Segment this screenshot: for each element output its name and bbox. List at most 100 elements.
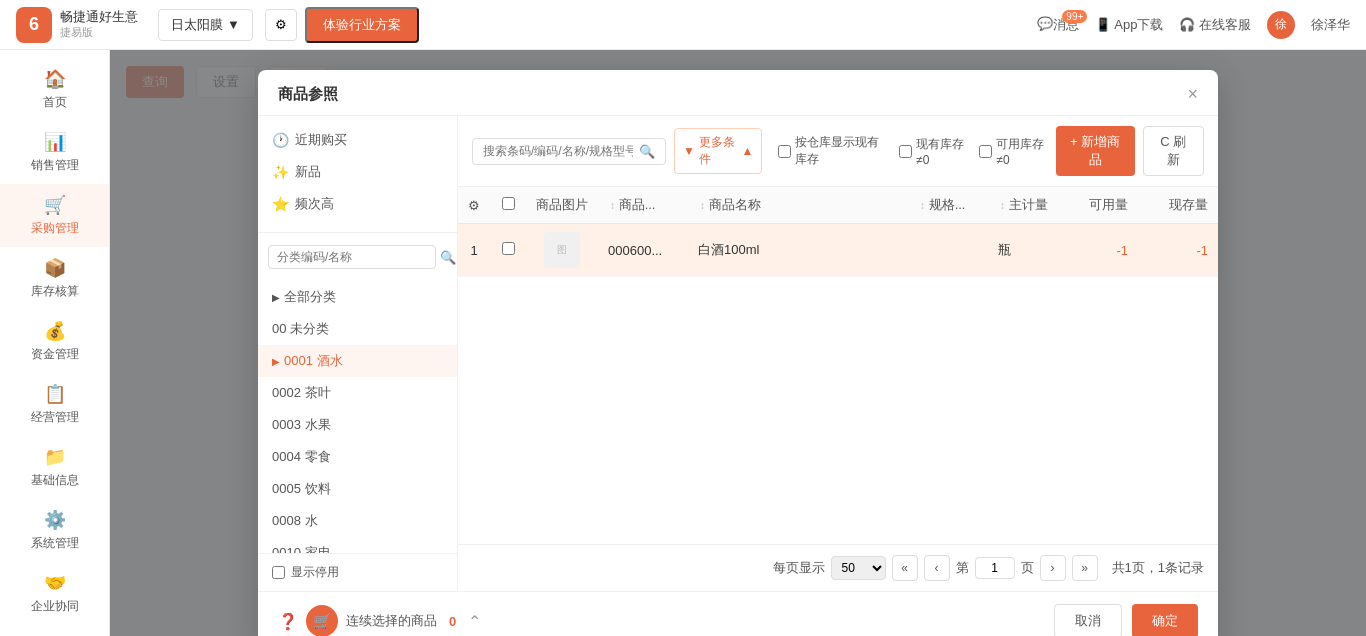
cat-item-appliance[interactable]: 0010 家电 <box>258 537 457 553</box>
modal-overlay: 商品参照 × 🕐 近期购买 ✨ <box>110 50 1366 636</box>
product-table-wrap: ⚙ 商品图片 ↕ 商品... <box>458 187 1218 544</box>
messages-icon: 💬 <box>1037 16 1053 34</box>
cat-item-liquor[interactable]: ▶ 0001 酒水 <box>258 345 457 377</box>
table-row[interactable]: 1 图 000600... 白酒100ml <box>458 224 1218 277</box>
prev-page-btn[interactable]: ‹ <box>924 555 950 581</box>
sidebar-item-home[interactable]: 🏠 首页 <box>0 58 109 121</box>
row-available: -1 <box>1058 224 1138 277</box>
cat-liquor-label: 0001 酒水 <box>284 352 343 370</box>
checkbox-warehouse[interactable] <box>778 145 791 158</box>
category-list: ▶ 全部分类 00 未分类 ▶ 0001 酒水 0002 茶 <box>258 277 457 553</box>
modal-close-button[interactable]: × <box>1187 84 1198 105</box>
add-product-btn[interactable]: + 新增商品 <box>1056 126 1135 176</box>
category-search-input[interactable] <box>268 245 436 269</box>
show-disabled-label: 显示停用 <box>291 564 339 581</box>
th-stock[interactable]: 现存量 <box>1138 187 1218 224</box>
sidebar-label-system: 系统管理 <box>31 535 79 552</box>
sidebar-item-purchase[interactable]: 🛒 采购管理 <box>0 184 109 247</box>
nav-right: 💬 消息 99+ 📱 App下载 🎧 在线客服 徐 徐泽华 <box>1037 11 1350 39</box>
checkbox-warehouse-label[interactable]: 按仓库显示现有库存 <box>778 134 887 168</box>
cancel-btn[interactable]: 取消 <box>1054 604 1122 636</box>
quick-item-recent[interactable]: 🕐 近期购买 <box>258 124 457 156</box>
sidebar-label-purchase: 采购管理 <box>31 220 79 237</box>
first-page-btn[interactable]: « <box>892 555 918 581</box>
message-count: 99+ <box>1062 10 1087 23</box>
row-stock: -1 <box>1138 224 1218 277</box>
logo-title: 畅捷通好生意 <box>60 9 138 26</box>
cat-liquor-arrow: ▶ <box>272 356 280 367</box>
page-suffix-label: 页 <box>1021 559 1034 577</box>
logo-icon: 6 <box>16 7 52 43</box>
page-number-input[interactable] <box>975 557 1015 579</box>
show-disabled-checkbox[interactable] <box>272 566 285 579</box>
app-download[interactable]: 📱 App下载 <box>1095 16 1163 34</box>
category-search-icon[interactable]: 🔍 <box>440 250 456 265</box>
sales-icon: 📊 <box>44 131 66 153</box>
th-spec[interactable]: ↕ 规格... <box>908 187 988 224</box>
logo-sub: 捷易版 <box>60 25 138 40</box>
refresh-btn[interactable]: C 刷新 <box>1143 126 1204 176</box>
sidebar-item-collab[interactable]: 🤝 企业协同 <box>0 562 109 625</box>
sidebar-label-finance: 资金管理 <box>31 346 79 363</box>
product-search-input[interactable] <box>483 144 633 158</box>
sidebar-item-inventory[interactable]: 📦 库存核算 <box>0 247 109 310</box>
quick-item-new[interactable]: ✨ 新品 <box>258 156 457 188</box>
next-page-btn[interactable]: › <box>1040 555 1066 581</box>
modal-footer: ❓ 🛒 连续选择的商品 0 ⌃ 取消 确定 <box>258 591 1218 636</box>
row-code: 000600... <box>598 224 688 277</box>
filter-btn[interactable]: ▼ 更多条件 ▲ <box>674 128 762 174</box>
sidebar-label-collab: 企业协同 <box>31 598 79 615</box>
product-image: 图 <box>544 232 580 268</box>
divider <box>258 232 457 233</box>
sidebar-item-finance[interactable]: 💰 资金管理 <box>0 310 109 373</box>
th-checkbox[interactable] <box>490 187 526 224</box>
th-settings[interactable]: ⚙ <box>458 187 490 224</box>
quick-label-frequent: 频次高 <box>295 195 334 213</box>
checkbox-available-label[interactable]: 现有库存≠0 <box>899 136 967 167</box>
company-selector[interactable]: 日太阳膜 ▼ <box>158 9 253 41</box>
cat-item-tea[interactable]: 0002 茶叶 <box>258 377 457 409</box>
product-table: ⚙ 商品图片 ↕ 商品... <box>458 187 1218 277</box>
checkbox-available[interactable] <box>899 145 912 158</box>
cat-all-arrow: ▶ <box>272 292 280 303</box>
th-code[interactable]: ↕ 商品... <box>598 187 688 224</box>
select-all-checkbox[interactable] <box>502 197 515 210</box>
sidebar-item-operations[interactable]: 📋 经营管理 <box>0 373 109 436</box>
sort-icon-code: ↕ <box>610 200 615 211</box>
th-unit[interactable]: ↕ 主计量 <box>988 187 1058 224</box>
th-image[interactable]: 商品图片 <box>526 187 598 224</box>
last-page-btn[interactable]: » <box>1072 555 1098 581</box>
sidebar-item-basic[interactable]: 📁 基础信息 <box>0 436 109 499</box>
cat-item-fruit[interactable]: 0003 水果 <box>258 409 457 441</box>
cat-item-snack[interactable]: 0004 零食 <box>258 441 457 473</box>
confirm-btn[interactable]: 确定 <box>1132 604 1198 636</box>
checkbox-usable-label[interactable]: 可用库存≠0 <box>979 136 1047 167</box>
help-icon[interactable]: ❓ <box>278 612 298 631</box>
quick-item-frequent[interactable]: ⭐ 频次高 <box>258 188 457 220</box>
experience-btn[interactable]: 体验行业方案 <box>305 7 419 43</box>
app-download-label: App下载 <box>1114 17 1163 32</box>
th-image-label: 商品图片 <box>536 197 588 212</box>
page-size-select[interactable]: 50 10 20 100 <box>831 556 886 580</box>
th-available-label: 可用量 <box>1089 197 1128 212</box>
th-available[interactable]: 可用量 <box>1058 187 1138 224</box>
sidebar-item-sales[interactable]: 📊 销售管理 <box>0 121 109 184</box>
cat-item-beverage[interactable]: 0005 饮料 <box>258 473 457 505</box>
new-icon: ✨ <box>272 164 289 180</box>
cat-item-uncategorized[interactable]: 00 未分类 <box>258 313 457 345</box>
user-avatar[interactable]: 徐 <box>1267 11 1295 39</box>
online-service[interactable]: 🎧 在线客服 <box>1179 16 1251 34</box>
cat-item-water[interactable]: 0008 水 <box>258 505 457 537</box>
category-search: 🔍 <box>258 237 457 277</box>
row-checkbox-cell <box>490 224 526 277</box>
th-name[interactable]: ↕ 商品名称 <box>688 187 908 224</box>
checkbox-usable[interactable] <box>979 145 992 158</box>
collapse-up-icon[interactable]: ⌃ <box>468 612 481 631</box>
sidebar-item-system[interactable]: ⚙️ 系统管理 <box>0 499 109 562</box>
row-checkbox[interactable] <box>502 242 515 255</box>
modal-title: 商品参照 <box>278 85 338 104</box>
messages-badge-area[interactable]: 💬 消息 99+ <box>1037 16 1079 34</box>
sidebar-item-guide[interactable]: 📖 新手引导 <box>0 625 109 636</box>
cat-item-all[interactable]: ▶ 全部分类 <box>258 281 457 313</box>
settings-icon[interactable]: ⚙ <box>265 9 297 41</box>
